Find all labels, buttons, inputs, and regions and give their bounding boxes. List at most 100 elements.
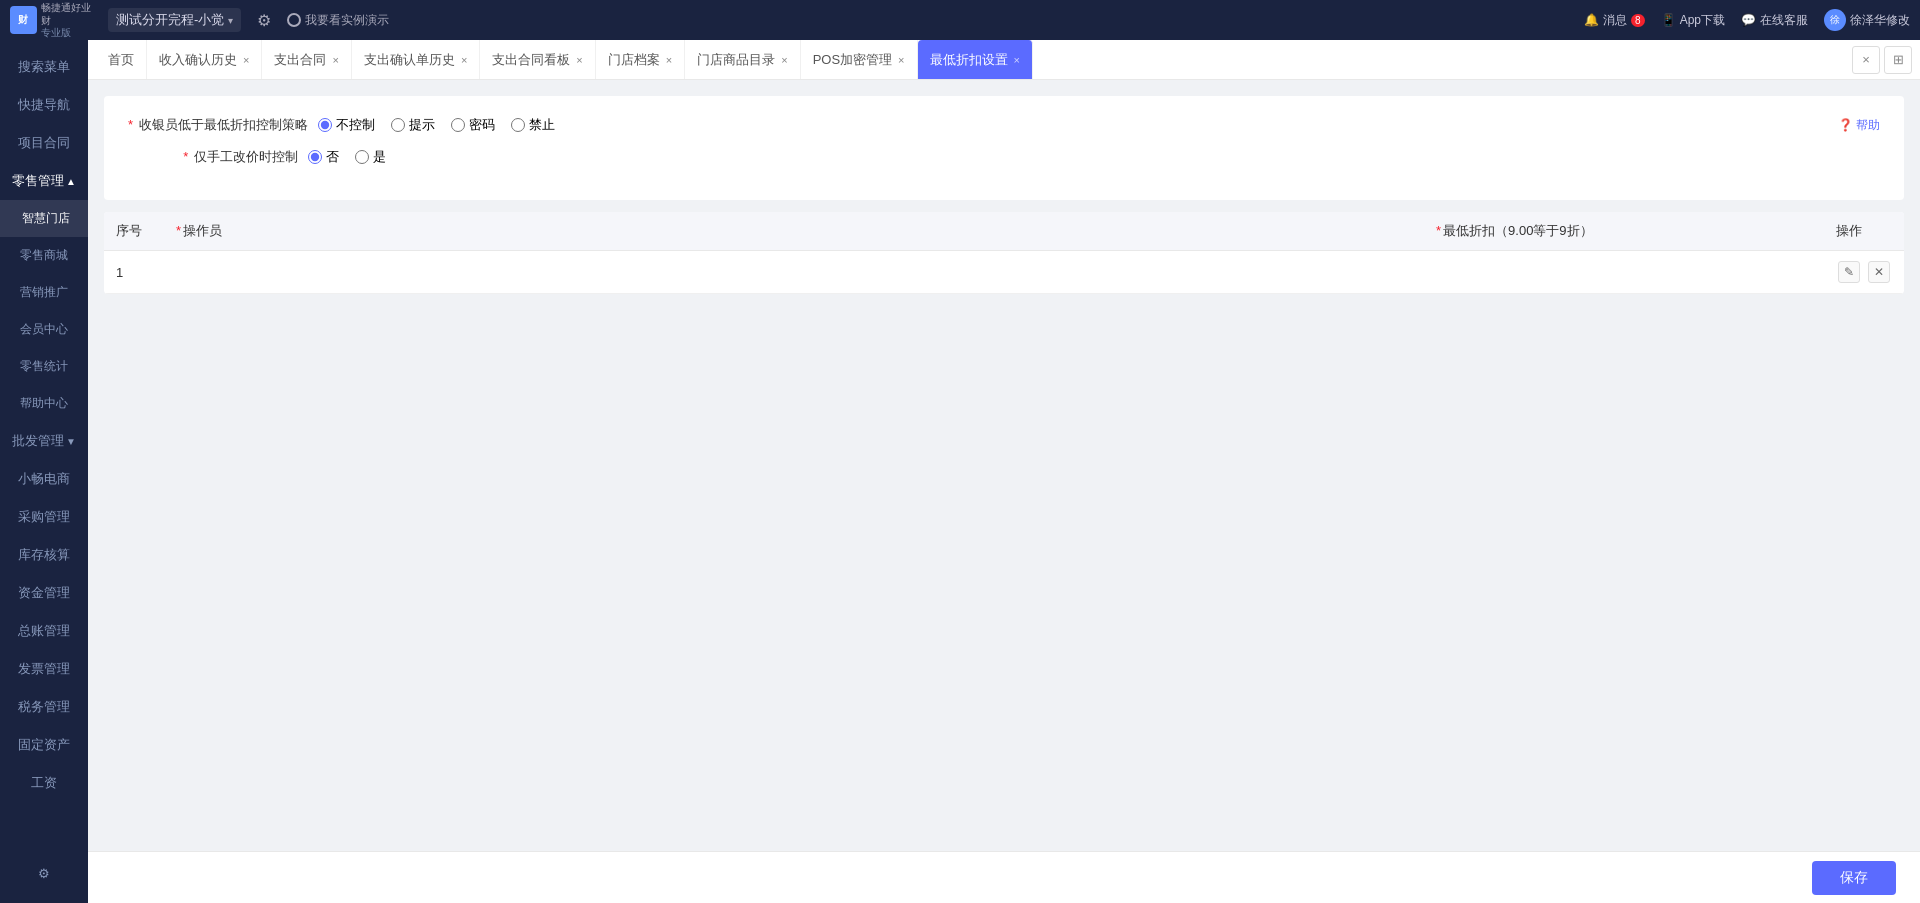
sidebar-item-retail-mall[interactable]: 零售商城 [0,237,88,274]
policy-radio-no-control[interactable]: 不控制 [318,116,375,134]
app-version: 专业版 [41,27,98,39]
tab-pos-encryption[interactable]: POS加密管理 × [801,40,918,80]
tab-expenditure-contract-close[interactable]: × [332,54,338,66]
edit-row-btn[interactable]: ✎ [1838,261,1860,283]
sidebar-item-wholesale[interactable]: 批发管理 ▼ [0,422,88,460]
user-item[interactable]: 徐 徐泽华修改 [1824,9,1910,31]
tab-store-file[interactable]: 门店档案 × [596,40,685,80]
demo-label: 我要看实例演示 [305,12,389,29]
tab-expenditure-history-close[interactable]: × [461,54,467,66]
policy-hint-label: 提示 [409,116,435,134]
policy-radio-group: 不控制 提示 密码 禁止 [318,116,555,134]
policy-radio-password[interactable]: 密码 [451,116,495,134]
sidebar-item-quicknav[interactable]: 快捷导航 [0,86,88,124]
policy-radio-forbid-input[interactable] [511,118,525,132]
tab-min-discount[interactable]: 最低折扣设置 × [918,40,1033,80]
manual-no-label: 否 [326,148,339,166]
policy-no-control-label: 不控制 [336,116,375,134]
policy-password-label: 密码 [469,116,495,134]
sidebar-item-fixed-assets[interactable]: 固定资产 [0,726,88,764]
policy-radio-no-control-input[interactable] [318,118,332,132]
tab-store-file-close[interactable]: × [666,54,672,66]
online-service-item[interactable]: 💬 在线客服 [1741,12,1808,29]
tab-close-btn[interactable]: × [1852,46,1880,74]
delete-row-btn[interactable]: ✕ [1868,261,1890,283]
top-bar: 财 畅捷通好业财 专业版 测试分开完程-小觉 ▾ ⚙ 我要看实例演示 🔔 消息 … [0,0,1920,40]
online-service-label: 在线客服 [1760,12,1808,29]
tab-income-history[interactable]: 收入确认历史 × [147,40,262,80]
tab-expenditure-history[interactable]: 支出确认单历史 × [352,40,480,80]
help-link[interactable]: ❓ 帮助 [1838,117,1880,134]
tab-home[interactable]: 首页 [96,40,147,80]
sidebar-item-finance[interactable]: 资金管理 [0,574,88,612]
tab-min-discount-label: 最低折扣设置 [930,51,1008,69]
sidebar-item-purchase[interactable]: 采购管理 [0,498,88,536]
cell-discount [1424,251,1824,294]
logo-icon: 财 [10,6,37,34]
policy-radio-hint-input[interactable] [391,118,405,132]
sidebar: 搜索菜单 快捷导航 项目合同 零售管理 ▲ 智慧门店 零售商城 营销推广 会员中… [0,40,88,903]
settings-icon[interactable]: ⚙ [257,11,271,30]
tab-contract-board-close[interactable]: × [576,54,582,66]
sidebar-item-help[interactable]: 帮助中心 [0,385,88,422]
tab-min-discount-close[interactable]: × [1014,54,1020,66]
chevron-down-icon: ▾ [228,15,233,26]
sidebar-item-ledger[interactable]: 总账管理 [0,612,88,650]
arrow-icon: ▲ [66,176,76,187]
sidebar-item-inventory[interactable]: 库存核算 [0,536,88,574]
messages-label: 消息 [1603,12,1627,29]
sidebar-item-smart-store[interactable]: 智慧门店 [0,200,88,237]
arrow-down-icon: ▼ [66,436,76,447]
manual-radio-group: 否 是 [308,148,386,166]
tab-bar-right: × ⊞ [1852,46,1912,74]
tab-expenditure-contract-label: 支出合同 [274,51,326,69]
sidebar-item-salary[interactable]: 工资 [0,764,88,802]
required-mark: * [128,117,133,132]
tab-home-label: 首页 [108,51,134,69]
sidebar-item-search[interactable]: 搜索菜单 [0,48,88,86]
col-header-discount: *最低折扣（9.00等于9折） [1424,212,1824,251]
table-header-row: 序号 *操作员 *最低折扣（9.00等于9折） 操作 [104,212,1904,251]
manual-radio-yes[interactable]: 是 [355,148,386,166]
manual-radio-no-input[interactable] [308,150,322,164]
app-download-label: App下载 [1680,12,1725,29]
tab-store-catalog[interactable]: 门店商品目录 × [685,40,800,80]
app-logo: 财 畅捷通好业财 专业版 [10,1,98,39]
sidebar-item-marketing[interactable]: 营销推广 [0,274,88,311]
project-name: 测试分开完程-小觉 [116,11,224,29]
sidebar-item-gear[interactable]: ⚙ [34,856,54,891]
col-header-action: 操作 [1824,212,1904,251]
save-button[interactable]: 保存 [1812,861,1896,895]
policy-radio-hint[interactable]: 提示 [391,116,435,134]
manual-yes-label: 是 [373,148,386,166]
tab-pos-encryption-label: POS加密管理 [813,51,892,69]
policy-radio-password-input[interactable] [451,118,465,132]
messages-item[interactable]: 🔔 消息 8 [1584,12,1645,29]
project-selector[interactable]: 测试分开完程-小觉 ▾ [108,8,241,32]
top-bar-center: 测试分开完程-小觉 ▾ ⚙ 我要看实例演示 [98,8,1584,32]
cell-operator [164,251,1424,294]
main-layout: 搜索菜单 快捷导航 项目合同 零售管理 ▲ 智慧门店 零售商城 营销推广 会员中… [0,40,1920,903]
sidebar-item-ecommerce[interactable]: 小畅电商 [0,460,88,498]
policy-radio-forbid[interactable]: 禁止 [511,116,555,134]
sidebar-item-tax[interactable]: 税务管理 [0,688,88,726]
tab-more-btn[interactable]: ⊞ [1884,46,1912,74]
tab-income-history-close[interactable]: × [243,54,249,66]
tab-pos-encryption-close[interactable]: × [898,54,904,66]
top-bar-right: 🔔 消息 8 📱 App下载 💬 在线客服 徐 徐泽华修改 [1584,9,1910,31]
app-download-item[interactable]: 📱 App下载 [1661,12,1725,29]
tab-expenditure-contract[interactable]: 支出合同 × [262,40,351,80]
manual-radio-no[interactable]: 否 [308,148,339,166]
sidebar-item-retail-stats[interactable]: 零售统计 [0,348,88,385]
demo-link[interactable]: 我要看实例演示 [287,12,389,29]
manual-radio-yes-input[interactable] [355,150,369,164]
sidebar-item-contract[interactable]: 项目合同 [0,124,88,162]
tab-income-history-label: 收入确认历史 [159,51,237,69]
data-table-wrap: 序号 *操作员 *最低折扣（9.00等于9折） 操作 1 [104,212,1904,294]
tab-store-catalog-close[interactable]: × [781,54,787,66]
sidebar-item-retail[interactable]: 零售管理 ▲ [0,162,88,200]
sidebar-item-invoice[interactable]: 发票管理 [0,650,88,688]
sidebar-item-members[interactable]: 会员中心 [0,311,88,348]
tab-contract-board[interactable]: 支出合同看板 × [480,40,595,80]
tab-store-file-label: 门店档案 [608,51,660,69]
